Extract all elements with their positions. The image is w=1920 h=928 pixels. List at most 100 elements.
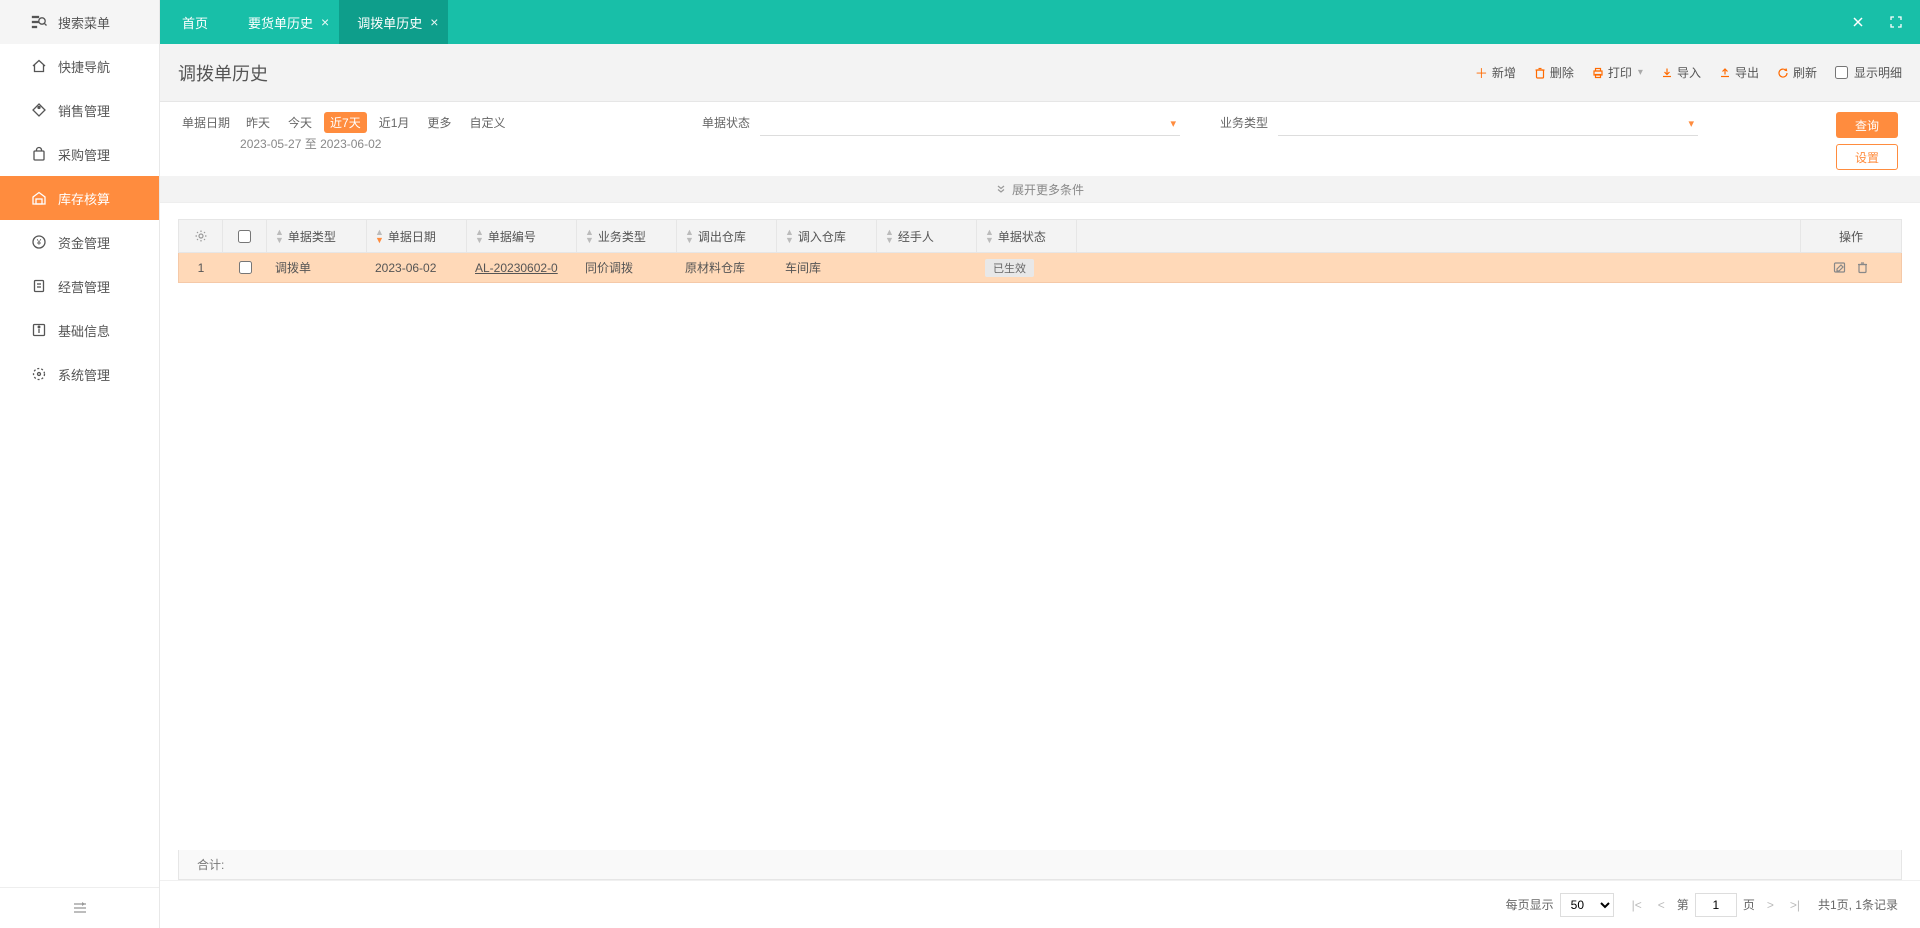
cell-out: 原材料仓库 — [677, 253, 777, 282]
export-button[interactable]: 导出 — [1719, 64, 1759, 81]
expand-filters-button[interactable]: 展开更多条件 — [160, 176, 1920, 202]
trash-icon — [1534, 67, 1546, 79]
pagination: 每页显示 50 |< < 第 页 > >| 共1页, 1条记录 — [160, 880, 1920, 928]
chevron-down-icon: ▾ — [1170, 117, 1176, 130]
doc-code-link[interactable]: AL-20230602-0 — [475, 261, 558, 275]
double-chevron-down-icon — [996, 184, 1006, 194]
sidebar-item-inventory[interactable]: 库存核算 — [0, 176, 159, 220]
cell-type: 调拨单 — [267, 253, 367, 282]
sidebar-item-label: 系统管理 — [58, 365, 110, 384]
filter-date-label: 单据日期 — [182, 112, 230, 131]
plus-icon: ＋ — [1475, 63, 1488, 82]
query-button[interactable]: 查询 — [1836, 112, 1898, 138]
close-icon[interactable]: × — [430, 15, 438, 29]
print-button[interactable]: 打印 ▾ — [1592, 64, 1643, 81]
date-chip-1month[interactable]: 近1月 — [373, 112, 416, 133]
th-biz[interactable]: ▲▼业务类型 — [577, 220, 677, 252]
coin-icon: ¥ — [30, 234, 48, 250]
warehouse-icon — [30, 190, 48, 206]
sidebar-item-label: 基础信息 — [58, 321, 110, 340]
tab-label: 调拨单历史 — [357, 13, 422, 32]
table-footer: 合计: — [178, 850, 1902, 880]
sidebar-item-purchase[interactable]: 采购管理 — [0, 132, 159, 176]
cell-handler — [877, 253, 977, 282]
first-page-button[interactable]: |< — [1628, 896, 1646, 914]
action-label: 新增 — [1492, 64, 1516, 81]
date-chip-7days[interactable]: 近7天 — [324, 112, 367, 133]
settings-button[interactable]: 设置 — [1836, 144, 1898, 170]
sidebar-item-quick-nav[interactable]: 快捷导航 — [0, 44, 159, 88]
last-page-button[interactable]: >| — [1786, 896, 1804, 914]
tab-home[interactable]: 首页 — [160, 0, 230, 44]
prev-page-button[interactable]: < — [1654, 896, 1669, 914]
th-in[interactable]: ▲▼调入仓库 — [777, 220, 877, 252]
th-handler[interactable]: ▲▼经手人 — [877, 220, 977, 252]
sidebar-item-search-menu[interactable]: 搜索菜单 — [0, 0, 159, 44]
filter-status-select[interactable]: ▾ — [760, 112, 1180, 136]
main: 首页 要货单历史 × 调拨单历史 × 调拨单历史 — [160, 0, 1920, 928]
date-chip-today[interactable]: 今天 — [282, 112, 318, 133]
column-settings-button[interactable] — [179, 220, 223, 252]
sidebar: 搜索菜单 快捷导航 销售管理 采购管理 库存核算 — [0, 0, 160, 928]
sidebar-item-finance[interactable]: ¥ 资金管理 — [0, 220, 159, 264]
th-out[interactable]: ▲▼调出仓库 — [677, 220, 777, 252]
page-number-input[interactable] — [1695, 893, 1737, 917]
sidebar-collapse-button[interactable] — [0, 888, 159, 928]
pagination-summary: 共1页, 1条记录 — [1818, 896, 1898, 913]
th-type[interactable]: ▲▼单据类型 — [267, 220, 367, 252]
show-detail-input[interactable] — [1835, 66, 1848, 79]
action-label: 打印 — [1608, 64, 1632, 81]
filter-status-label: 单据状态 — [702, 112, 750, 131]
filter-biztype-select[interactable]: ▾ — [1278, 112, 1698, 136]
search-icon — [30, 14, 48, 30]
import-button[interactable]: 导入 — [1661, 64, 1701, 81]
page-title: 调拨单历史 — [178, 60, 268, 86]
date-chip-yesterday[interactable]: 昨天 — [240, 112, 276, 133]
close-icon[interactable]: × — [321, 15, 329, 29]
sidebar-item-basic-info[interactable]: 基础信息 — [0, 308, 159, 352]
tab-request-history[interactable]: 要货单历史 × — [230, 0, 339, 44]
date-chip-more[interactable]: 更多 — [421, 112, 457, 133]
page-suffix: 页 — [1743, 896, 1755, 913]
filter-bar: 单据日期 昨天 今天 近7天 近1月 更多 自定义 2023-05-27 至 2… — [160, 102, 1920, 203]
table: ▲▼单据类型 ▲▼单据日期 ▲▼单据编号 ▲▼业务类型 ▲▼调出仓库 ▲▼调入仓… — [160, 203, 1920, 880]
fullscreen-button[interactable] — [1878, 0, 1914, 44]
date-chip-custom[interactable]: 自定义 — [463, 112, 511, 133]
import-icon — [1661, 67, 1673, 79]
tabs-close-all-button[interactable] — [1840, 0, 1876, 44]
footer-total-label: 合计: — [179, 856, 242, 873]
next-page-button[interactable]: > — [1763, 896, 1778, 914]
sidebar-item-label: 经营管理 — [58, 277, 110, 296]
th-date[interactable]: ▲▼单据日期 — [367, 220, 467, 252]
cell-code: AL-20230602-0 — [467, 253, 577, 282]
sidebar-item-system[interactable]: 系统管理 — [0, 352, 159, 396]
chevron-down-icon: ▾ — [1638, 67, 1643, 78]
th-code[interactable]: ▲▼单据编号 — [467, 220, 577, 252]
cell-status: 已生效 — [977, 253, 1077, 282]
per-page-select[interactable]: 50 — [1560, 893, 1614, 917]
th-status[interactable]: ▲▼单据状态 — [977, 220, 1077, 252]
tab-transfer-history[interactable]: 调拨单历史 × — [339, 0, 448, 44]
show-detail-checkbox[interactable]: 显示明细 — [1835, 64, 1902, 81]
bag-icon — [30, 146, 48, 162]
cell-ops — [1801, 253, 1901, 282]
sidebar-item-label: 搜索菜单 — [58, 13, 110, 32]
print-icon — [1592, 67, 1604, 79]
select-all-checkbox[interactable] — [223, 220, 267, 252]
row-delete-button[interactable] — [1856, 261, 1869, 274]
sidebar-item-label: 采购管理 — [58, 145, 110, 164]
table-row[interactable]: 1 调拨单 2023-06-02 AL-20230602-0 同价调拨 原材料仓… — [178, 253, 1902, 283]
sidebar-item-operation[interactable]: 经营管理 — [0, 264, 159, 308]
add-button[interactable]: ＋ 新增 — [1475, 63, 1516, 82]
info-icon — [30, 322, 48, 338]
row-checkbox[interactable] — [223, 253, 267, 282]
row-edit-button[interactable] — [1833, 261, 1846, 274]
delete-button[interactable]: 删除 — [1534, 64, 1574, 81]
sidebar-item-label: 快捷导航 — [58, 57, 110, 76]
sidebar-item-sales[interactable]: 销售管理 — [0, 88, 159, 132]
cell-biz: 同价调拨 — [577, 253, 677, 282]
tab-label: 首页 — [182, 13, 208, 32]
page-header: 调拨单历史 ＋ 新增 删除 打印 ▾ — [160, 44, 1920, 102]
filter-biztype-label: 业务类型 — [1220, 112, 1268, 131]
refresh-button[interactable]: 刷新 — [1777, 64, 1817, 81]
